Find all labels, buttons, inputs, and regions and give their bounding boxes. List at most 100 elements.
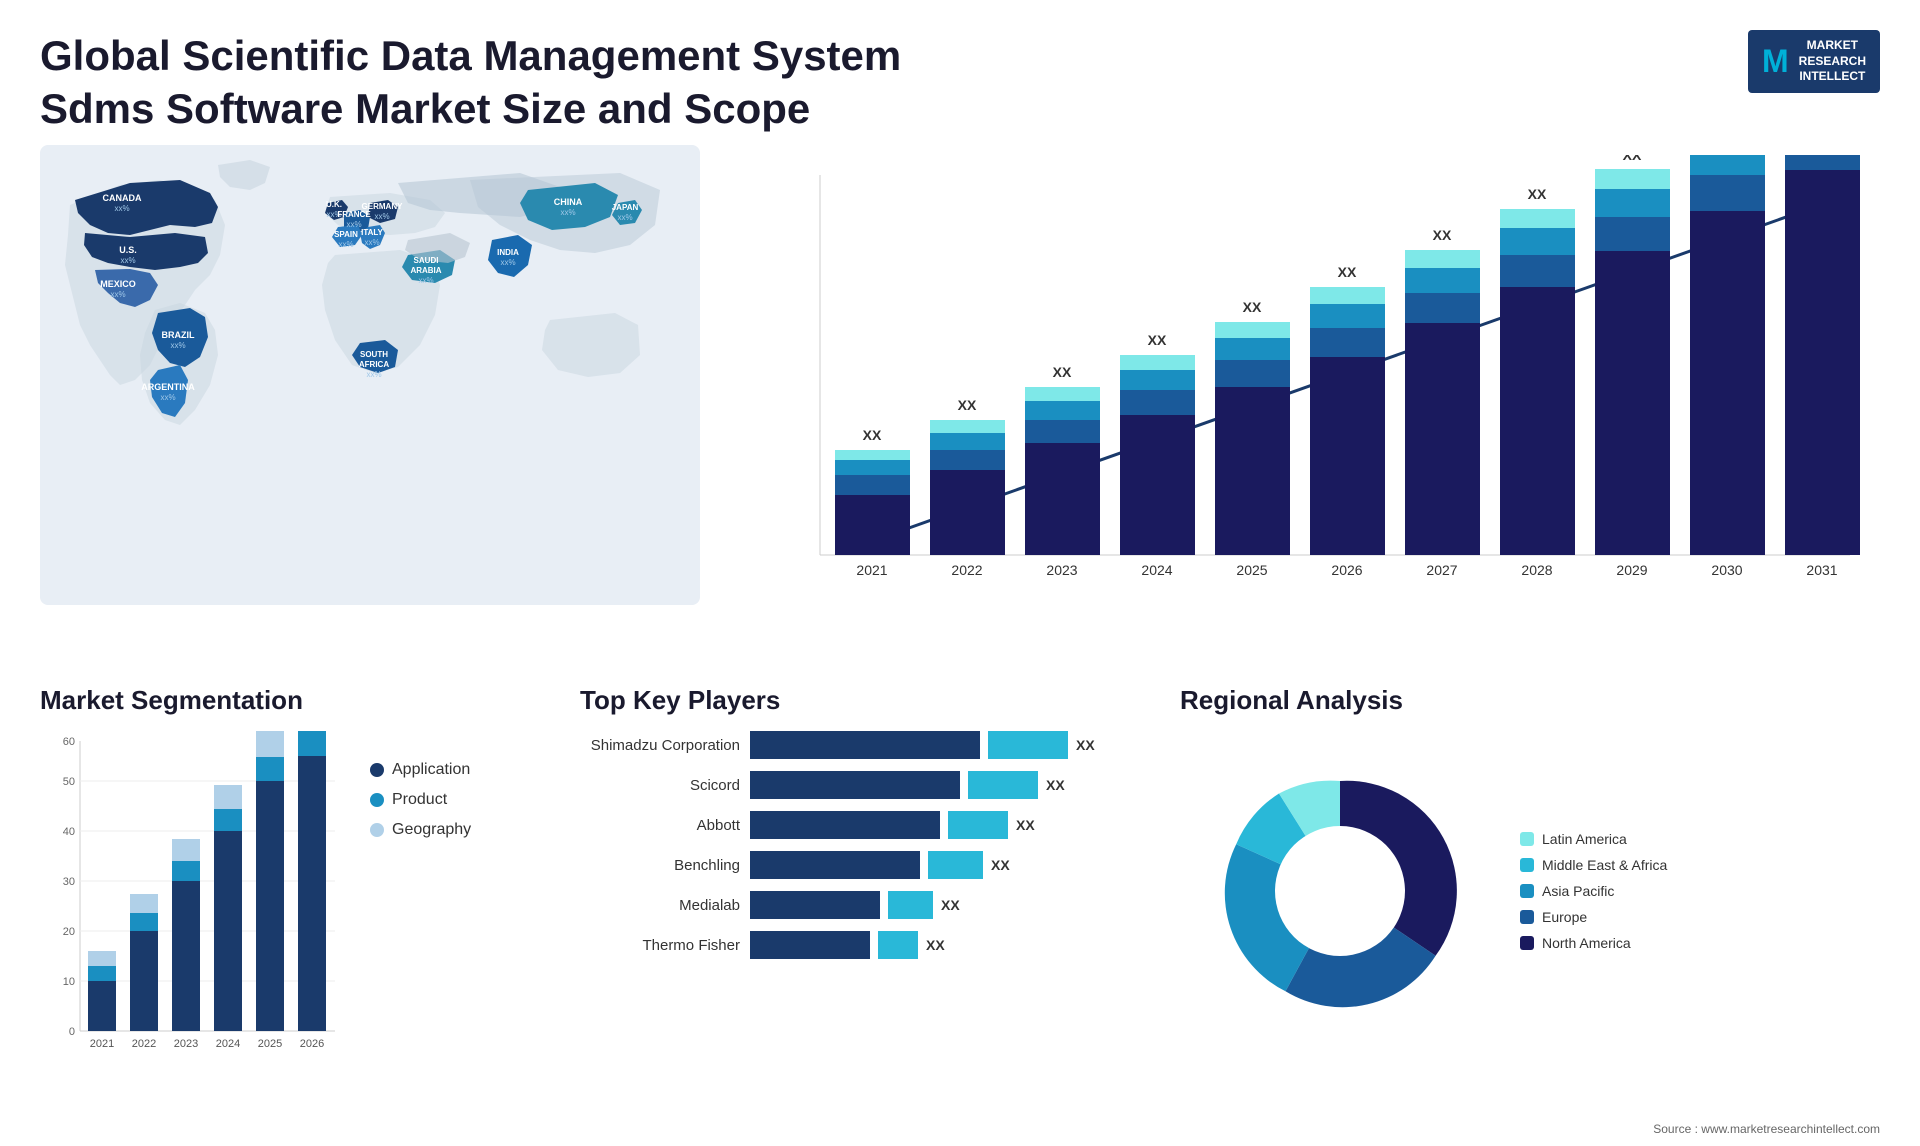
logo-letter: M (1762, 39, 1789, 84)
bottom-section: Market Segmentation 0 10 20 30 40 50 60 (0, 665, 1920, 1145)
svg-text:ITALY: ITALY (361, 228, 383, 237)
svg-text:2026: 2026 (300, 1038, 324, 1050)
svg-text:xx%: xx% (560, 208, 575, 217)
player-bar-light (928, 851, 983, 879)
player-row-shimadzu: Shimadzu Corporation XX (580, 731, 1160, 759)
player-value: XX (941, 897, 960, 913)
page-title: Global Scientific Data Management System… (40, 30, 940, 135)
svg-text:2029: 2029 (1616, 562, 1647, 578)
svg-text:0: 0 (69, 1026, 75, 1038)
regional-title: Regional Analysis (1180, 685, 1880, 716)
svg-text:2024: 2024 (216, 1038, 240, 1050)
svg-text:XX: XX (1623, 155, 1642, 163)
middle-east-dot (1520, 858, 1534, 872)
geography-label: Geography (392, 821, 471, 839)
svg-text:XX: XX (1338, 264, 1357, 280)
regional-legend: Latin America Middle East & Africa Asia … (1520, 831, 1667, 951)
player-bar-dark (750, 811, 940, 839)
legend-europe: Europe (1520, 909, 1667, 925)
svg-text:2021: 2021 (856, 562, 887, 578)
player-bar-dark (750, 931, 870, 959)
middle-east-label: Middle East & Africa (1542, 857, 1667, 873)
donut-chart (1180, 731, 1500, 1051)
svg-text:U.S.: U.S. (119, 245, 137, 255)
svg-text:xx%: xx% (110, 290, 125, 299)
logo-area: M MARKET RESEARCH INTELLECT (1748, 30, 1880, 93)
svg-text:30: 30 (63, 876, 75, 888)
player-bar-container: XX (750, 851, 1010, 879)
application-label: Application (392, 761, 470, 779)
application-dot (370, 763, 384, 777)
player-name: Scicord (580, 777, 740, 794)
player-bar-light (888, 891, 933, 919)
legend-geography: Geography (370, 821, 471, 839)
north-america-label: North America (1542, 935, 1631, 951)
north-america-dot (1520, 936, 1534, 950)
player-value: XX (991, 857, 1010, 873)
player-value: XX (1016, 817, 1035, 833)
svg-text:FRANCE: FRANCE (337, 210, 371, 219)
svg-text:2022: 2022 (132, 1038, 156, 1050)
player-bar-dark (750, 891, 880, 919)
player-bar-light (948, 811, 1008, 839)
svg-text:GERMANY: GERMANY (362, 202, 404, 211)
player-value: XX (1076, 737, 1095, 753)
player-bar-container: XX (750, 731, 1095, 759)
svg-text:60: 60 (63, 736, 75, 748)
svg-text:2023: 2023 (1046, 562, 1077, 578)
asia-pacific-dot (1520, 884, 1534, 898)
bar-chart-section: XX XX XX XX (720, 145, 1880, 665)
regional-container: Latin America Middle East & Africa Asia … (1180, 731, 1880, 1051)
svg-text:JAPAN: JAPAN (612, 203, 639, 212)
player-bar-dark (750, 731, 980, 759)
svg-text:xx%: xx% (500, 258, 515, 267)
player-bar-dark (750, 771, 960, 799)
svg-text:2027: 2027 (1426, 562, 1457, 578)
donut-hole (1275, 826, 1405, 956)
segmentation-title: Market Segmentation (40, 685, 560, 716)
player-row-medialab: Medialab XX (580, 891, 1160, 919)
svg-text:XX: XX (1148, 332, 1167, 348)
bar-chart: XX XX XX XX (740, 155, 1880, 615)
svg-text:SOUTH: SOUTH (360, 350, 388, 359)
legend-north-america: North America (1520, 935, 1667, 951)
svg-text:2023: 2023 (174, 1038, 198, 1050)
latin-america-label: Latin America (1542, 831, 1627, 847)
svg-text:xx%: xx% (374, 212, 389, 221)
player-name: Thermo Fisher (580, 937, 740, 954)
svg-text:INDIA: INDIA (497, 248, 519, 257)
svg-text:BRAZIL: BRAZIL (162, 330, 195, 340)
svg-text:2030: 2030 (1711, 562, 1742, 578)
player-value: XX (1046, 777, 1065, 793)
svg-text:50: 50 (63, 776, 75, 788)
geography-dot (370, 823, 384, 837)
svg-text:2022: 2022 (951, 562, 982, 578)
player-bar-light (968, 771, 1038, 799)
header: Global Scientific Data Management System… (0, 0, 1920, 145)
europe-label: Europe (1542, 909, 1587, 925)
svg-text:2026: 2026 (1331, 562, 1362, 578)
map-section: CANADA xx% U.S. xx% MEXICO xx% BRAZIL xx… (40, 145, 700, 665)
svg-text:XX: XX (1433, 227, 1452, 243)
svg-text:ARABIA: ARABIA (410, 266, 441, 275)
player-value: XX (926, 937, 945, 953)
svg-text:XX: XX (1528, 186, 1547, 202)
svg-text:MEXICO: MEXICO (100, 279, 136, 289)
svg-text:2025: 2025 (258, 1038, 282, 1050)
player-name: Shimadzu Corporation (580, 737, 740, 754)
player-row-thermofisher: Thermo Fisher XX (580, 931, 1160, 959)
legend-latin-america: Latin America (1520, 831, 1667, 847)
svg-text:10: 10 (63, 976, 75, 988)
svg-text:AFRICA: AFRICA (359, 360, 389, 369)
player-bar-light (988, 731, 1068, 759)
legend-product: Product (370, 791, 471, 809)
svg-text:xx%: xx% (617, 213, 632, 222)
product-label: Product (392, 791, 447, 809)
player-bar-dark (750, 851, 920, 879)
player-row-abbott: Abbott XX (580, 811, 1160, 839)
svg-text:CANADA: CANADA (103, 193, 142, 203)
player-name: Benchling (580, 857, 740, 874)
legend-asia-pacific: Asia Pacific (1520, 883, 1667, 899)
source-text: Source : www.marketresearchintellect.com (1653, 1122, 1880, 1136)
svg-text:xx%: xx% (338, 240, 353, 249)
